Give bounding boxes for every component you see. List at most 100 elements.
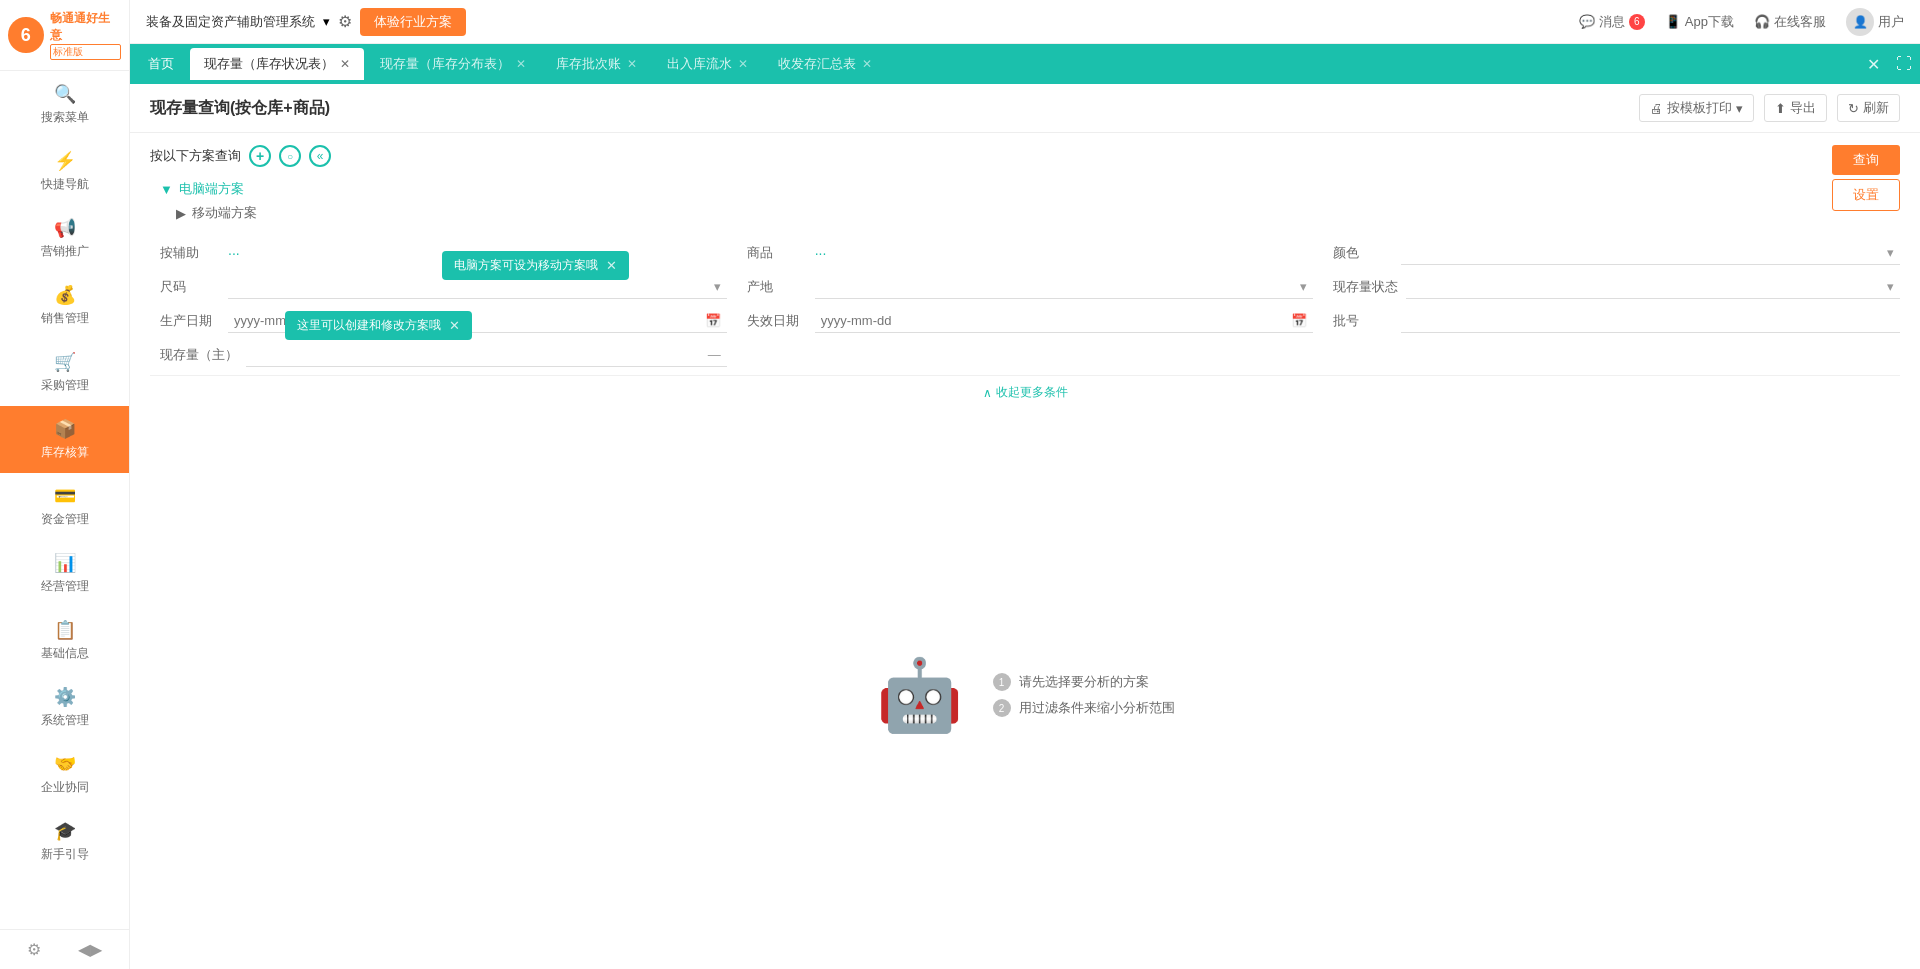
finance-icon: 💳 (54, 485, 76, 507)
system-name: 装备及固定资产辅助管理系统 (146, 13, 315, 31)
scheme-arrow-mobile: ▶ (176, 206, 186, 221)
online-service-label: 在线客服 (1774, 13, 1826, 31)
scheme-label-desktop: 电脑端方案 (179, 180, 244, 198)
tab-inout-flow-close[interactable]: ✕ (738, 57, 748, 71)
tab-inventory-status-label: 现存量（库存状况表） (204, 55, 334, 73)
filter-goods-dots[interactable]: ··· (815, 245, 827, 261)
filter-origin-select[interactable]: ▾ (815, 275, 1314, 299)
export-button[interactable]: ⬆ 导出 (1764, 94, 1827, 122)
user-label: 用户 (1878, 13, 1904, 31)
system-icon: ⚙️ (54, 686, 76, 708)
sidebar-item-sales[interactable]: 💰 销售管理 (0, 272, 129, 339)
chevron-color-icon: ▾ (1887, 245, 1894, 260)
stock-qty-min[interactable] (252, 347, 704, 362)
sidebar-item-purchase[interactable]: 🛒 采购管理 (0, 339, 129, 406)
industry-button[interactable]: 体验行业方案 (360, 8, 466, 36)
sidebar-item-finance[interactable]: 💳 资金管理 (0, 473, 129, 540)
scheme-item-mobile[interactable]: ▶ 移动端方案 (176, 201, 1900, 225)
filter-produce-date-label: 生产日期 (160, 312, 220, 330)
tab-recv-summary-label: 收发存汇总表 (778, 55, 856, 73)
filter-size-label: 尺码 (160, 278, 220, 296)
filter-area: 按以下方案查询 + ○ « ▼ 电脑端方案 ▶ 移动端方案 (130, 133, 1920, 421)
batch-input[interactable] (1401, 309, 1900, 333)
desktop-scheme-tooltip: 电脑方案可设为移动方案哦 ✕ (442, 251, 629, 280)
collapse-sidebar-icon[interactable]: ◀▶ (78, 940, 102, 959)
topbar-settings-icon[interactable]: ⚙ (338, 12, 352, 31)
filter-goods-label: 商品 (747, 244, 807, 262)
reset-button[interactable]: 设置 (1832, 179, 1900, 211)
filter-warehouse-dots[interactable]: ··· (228, 245, 240, 261)
topbar-right: 💬 消息 6 📱 App下载 🎧 在线客服 👤 用户 (1579, 8, 1904, 36)
tab-batch-ledger-close[interactable]: ✕ (627, 57, 637, 71)
filter-color-select[interactable]: ▾ (1401, 241, 1900, 265)
tab-inventory-dist-close[interactable]: ✕ (516, 57, 526, 71)
template-print-button[interactable]: 🖨 按模板打印 ▾ (1639, 94, 1754, 122)
calendar-produce-icon[interactable]: 📅 (705, 313, 721, 328)
sidebar-item-basic[interactable]: 📋 基础信息 (0, 607, 129, 674)
enterprise-icon: 🤝 (54, 753, 76, 775)
filter-expire-date: 失效日期 📅 (747, 309, 1314, 333)
tab-fullscreen-icon[interactable]: ⛶ (1892, 51, 1916, 77)
tab-inventory-dist-label: 现存量（库存分布表） (380, 55, 510, 73)
tooltip-desktop-close[interactable]: ✕ (606, 258, 617, 273)
page-header: 现存量查询(按仓库+商品) 🖨 按模板打印 ▾ ⬆ 导出 ↻ 刷新 (130, 84, 1920, 133)
sidebar-item-quick-nav[interactable]: ⚡ 快捷导航 (0, 138, 129, 205)
tab-close-all-icon[interactable]: ✕ (1863, 51, 1884, 78)
filter-grid: 按辅助 ··· 商品 ··· 颜色 ▾ 尺码 (150, 233, 1900, 375)
settings-bottom-icon[interactable]: ⚙ (27, 940, 41, 959)
tab-inventory-dist[interactable]: 现存量（库存分布表） ✕ (366, 48, 540, 80)
scheme-item-desktop[interactable]: ▼ 电脑端方案 (160, 177, 1900, 201)
tab-batch-ledger-label: 库存批次账 (556, 55, 621, 73)
collapse-bar[interactable]: ∧ 收起更多条件 (150, 375, 1900, 409)
main-area: 装备及固定资产辅助管理系统 ▾ ⚙ 体验行业方案 💬 消息 6 📱 App下载 … (130, 0, 1920, 969)
tab-inout-flow-label: 出入库流水 (667, 55, 732, 73)
filter-stock-status-select[interactable]: ▾ (1406, 275, 1900, 299)
sales-icon: 💰 (54, 284, 76, 306)
marketing-icon: 📢 (54, 217, 76, 239)
sidebar-item-enterprise[interactable]: 🤝 企业协同 (0, 741, 129, 808)
sidebar-item-system[interactable]: ⚙️ 系统管理 (0, 674, 129, 741)
tab-inventory-status-close[interactable]: ✕ (340, 57, 350, 71)
filter-stock-qty-label: 现存量（主） (160, 346, 238, 364)
filter-add-button[interactable]: + (249, 145, 271, 167)
tooltip-scheme-close[interactable]: ✕ (449, 318, 460, 333)
tab-recv-summary-close[interactable]: ✕ (862, 57, 872, 71)
chevron-up-icon: ∧ (983, 386, 992, 400)
app-download-action[interactable]: 📱 App下载 (1665, 13, 1734, 31)
filter-arrow-button[interactable]: « (309, 145, 331, 167)
sidebar-item-guide[interactable]: 🎓 新手引导 (0, 808, 129, 875)
export-icon: ⬆ (1775, 101, 1786, 116)
tab-home[interactable]: 首页 (134, 48, 188, 80)
expire-date-field[interactable] (821, 313, 1286, 328)
tab-recv-summary[interactable]: 收发存汇总表 ✕ (764, 48, 886, 80)
sidebar-item-marketing[interactable]: 📢 营销推广 (0, 205, 129, 272)
scheme-arrow-desktop: ▼ (160, 182, 173, 197)
tab-batch-ledger[interactable]: 库存批次账 ✕ (542, 48, 651, 80)
filter-expire-date-input[interactable]: 📅 (815, 309, 1314, 333)
operations-icon: 📊 (54, 552, 76, 574)
sidebar-label-finance: 资金管理 (41, 511, 89, 528)
system-select[interactable]: ▾ (323, 14, 330, 29)
chevron-size-icon: ▾ (714, 279, 721, 294)
sidebar-item-operations[interactable]: 📊 经营管理 (0, 540, 129, 607)
query-buttons: 查询 设置 (1832, 145, 1900, 211)
scheme-list: ▼ 电脑端方案 ▶ 移动端方案 (150, 177, 1900, 225)
query-button[interactable]: 查询 (1832, 145, 1900, 175)
refresh-button[interactable]: ↻ 刷新 (1837, 94, 1900, 122)
tab-inout-flow[interactable]: 出入库流水 ✕ (653, 48, 762, 80)
sidebar-item-search[interactable]: 🔍 搜索菜单 (0, 71, 129, 138)
tip-num-2: 2 (993, 699, 1011, 717)
calendar-expire-icon[interactable]: 📅 (1291, 313, 1307, 328)
filter-circle-button[interactable]: ○ (279, 145, 301, 167)
tab-inventory-status[interactable]: 现存量（库存状况表） ✕ (190, 48, 364, 80)
filter-goods: 商品 ··· (747, 241, 1314, 265)
message-action[interactable]: 💬 消息 6 (1579, 13, 1645, 31)
sidebar-item-inventory[interactable]: 📦 库存核算 (0, 406, 129, 473)
sidebar-nav: 🔍 搜索菜单 ⚡ 快捷导航 📢 营销推广 💰 销售管理 🛒 采购管理 📦 库存核… (0, 71, 129, 929)
user-action[interactable]: 👤 用户 (1846, 8, 1904, 36)
collapse-label: 收起更多条件 (996, 384, 1068, 401)
printer-icon: 🖨 (1650, 101, 1663, 116)
online-service-action[interactable]: 🎧 在线客服 (1754, 13, 1826, 31)
logo-icon: 6 (8, 17, 44, 53)
sidebar-label-guide: 新手引导 (41, 846, 89, 863)
